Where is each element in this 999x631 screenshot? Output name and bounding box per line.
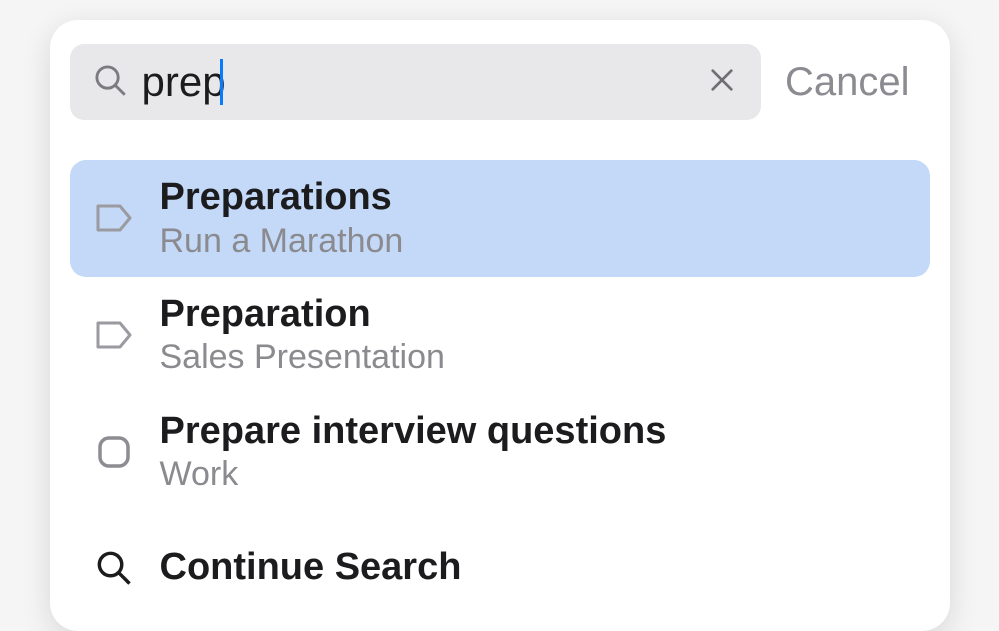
search-box[interactable]: prep [70,44,761,120]
continue-search-label: Continue Search [160,546,462,589]
text-caret [220,59,223,105]
tag-icon [86,319,142,351]
tag-icon [86,202,142,234]
checkbox-icon [86,434,142,470]
cancel-button[interactable]: Cancel [785,60,930,105]
result-title: Prepare interview questions [160,410,914,454]
search-icon [86,549,142,587]
result-title: Preparations [160,176,914,220]
result-title: Preparation [160,293,914,337]
result-item[interactable]: Preparation Sales Presentation [70,277,930,394]
search-input-wrap[interactable]: prep [142,58,705,106]
result-text: Preparation Sales Presentation [160,293,914,378]
result-item[interactable]: Preparations Run a Marathon [70,160,930,277]
search-row: prep Cancel [70,44,930,120]
result-subtitle: Sales Presentation [160,338,914,377]
search-panel: prep Cancel Preparations Run a Marathon [50,20,950,631]
clear-icon[interactable] [705,63,739,102]
result-item[interactable]: Prepare interview questions Work [70,394,930,511]
results-list: Preparations Run a Marathon Preparation … [70,160,930,599]
continue-search-button[interactable]: Continue Search [70,524,930,599]
search-icon [92,62,128,103]
result-text: Preparations Run a Marathon [160,176,914,261]
result-text: Prepare interview questions Work [160,410,914,495]
result-subtitle: Work [160,455,914,494]
search-input[interactable]: prep [142,58,226,106]
result-subtitle: Run a Marathon [160,222,914,261]
